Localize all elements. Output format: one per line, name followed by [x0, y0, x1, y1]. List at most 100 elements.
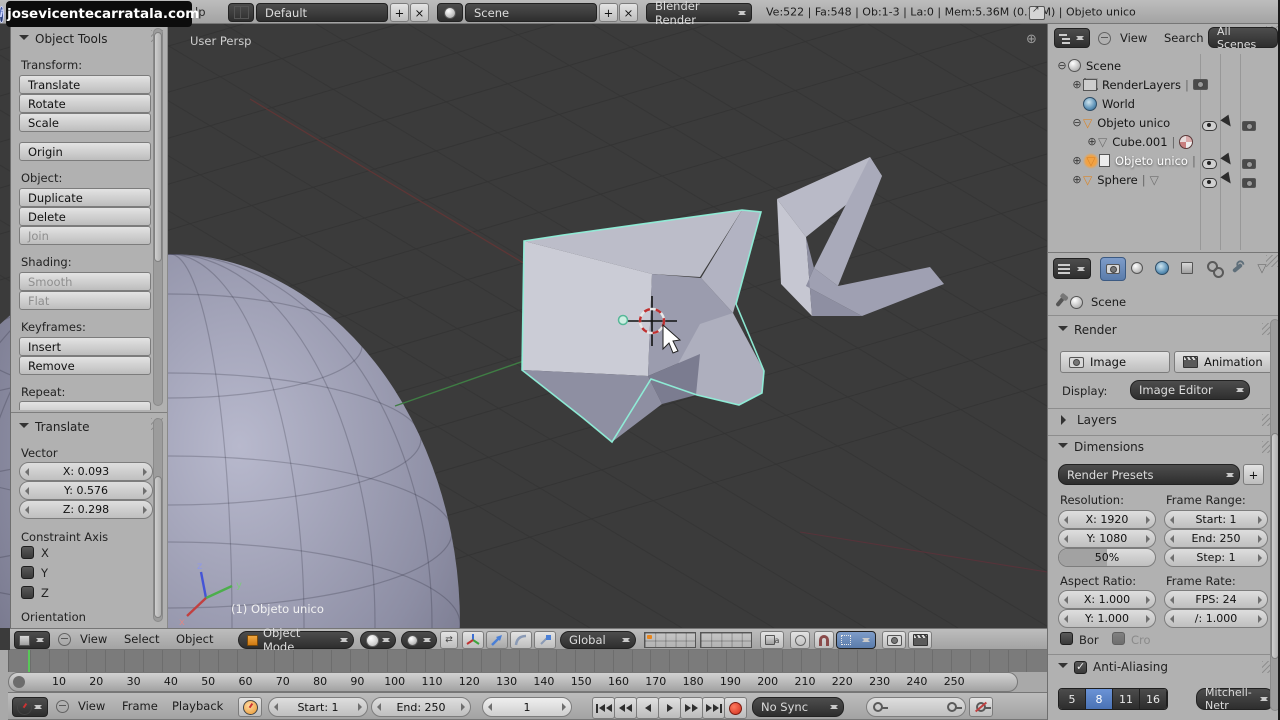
dimensions-panel-header[interactable]: Dimensions [1058, 440, 1144, 454]
outliner-collapse-icon[interactable] [1098, 32, 1111, 45]
outliner-row-scene[interactable]: ⊖ Scene [1048, 56, 1280, 75]
current-frame-field[interactable]: 1 [482, 697, 572, 717]
constraint-axis-checkbox-y[interactable] [21, 566, 34, 579]
frame-range-field-1[interactable]: End: 250 [1164, 529, 1268, 548]
scene-selector[interactable]: Scene [465, 3, 597, 22]
layers-grid-2[interactable] [700, 632, 752, 648]
minus-expander-icon[interactable]: ⊖ [1071, 116, 1083, 129]
object-tools-panel-header[interactable]: Object Tools [19, 32, 107, 46]
toolshelf-button-rotate[interactable]: Rotate [19, 94, 151, 113]
increment-arrow-icon[interactable] [143, 505, 147, 514]
tab-world[interactable] [1150, 257, 1174, 279]
increment-arrow-icon[interactable] [143, 486, 147, 495]
sync-selector[interactable]: No Sync [752, 697, 844, 717]
selectability-cursor-icon[interactable] [1220, 171, 1238, 191]
render-presets-selector[interactable]: Render Presets [1058, 464, 1240, 485]
vector-field-z[interactable]: Z: 0.298 [19, 500, 153, 519]
increment-arrow-icon[interactable] [1258, 614, 1262, 623]
increment-arrow-icon[interactable] [1258, 515, 1262, 524]
viewport-plus-icon[interactable]: ⊕ [1026, 32, 1037, 47]
proportional-edit-toggle[interactable] [790, 631, 810, 649]
toolshelf-button-origin[interactable]: Origin [19, 142, 151, 161]
aspect-field-1[interactable]: Y: 1.000 [1058, 609, 1156, 628]
frame-range-field-2[interactable]: Step: 1 [1164, 548, 1268, 567]
outliner-filter-selector[interactable]: All Scenes [1208, 25, 1278, 51]
outliner-row-objeto-unico[interactable]: ⊕ ▽ Objeto unico | [1048, 151, 1280, 172]
visibility-eye-icon[interactable] [1202, 156, 1217, 170]
decrement-arrow-icon[interactable] [1170, 515, 1174, 524]
constraint-axis-checkbox-x[interactable] [21, 546, 34, 559]
decrement-arrow-icon[interactable] [1170, 534, 1174, 543]
layout-add-button[interactable]: + [390, 3, 409, 22]
render-panel-header[interactable]: Render [1058, 323, 1117, 337]
layers-panel-header[interactable]: Layers [1058, 413, 1117, 427]
keying-set-field[interactable] [866, 697, 966, 717]
collapse-menus-icon[interactable] [58, 633, 71, 646]
visibility-eye-icon[interactable] [1202, 175, 1217, 189]
record-button[interactable] [724, 697, 747, 719]
transform-orientation-selector[interactable]: Global [560, 631, 636, 649]
toolshelf-button-flat[interactable]: Flat [19, 291, 151, 310]
scene-delete-button[interactable]: × [619, 3, 638, 22]
menu-tl-view[interactable]: View [78, 699, 105, 713]
plus-expander-icon[interactable]: ⊕ [1071, 154, 1083, 167]
outliner-row-objeto-unico[interactable]: ⊖ ▽ Objeto unico [1048, 113, 1280, 134]
pin-icon[interactable] [1055, 296, 1065, 308]
tab-render[interactable] [1100, 257, 1126, 281]
lock-to-scene-toggle[interactable]: a [760, 631, 784, 649]
display-selector[interactable]: Image Editor [1130, 380, 1250, 400]
timeline-editor-selector[interactable] [12, 697, 48, 717]
plus-expander-icon[interactable]: ⊕ [1071, 78, 1083, 91]
increment-arrow-icon[interactable] [1146, 614, 1150, 623]
renderability-camera-icon[interactable] [1242, 156, 1256, 170]
layout-delete-button[interactable]: × [410, 3, 429, 22]
tab-data[interactable]: ▽ [1250, 257, 1274, 279]
decrement-arrow-icon[interactable] [1170, 595, 1174, 604]
new-window-icon[interactable] [1029, 5, 1045, 20]
constraint-axis-checkbox-z[interactable] [21, 586, 34, 599]
antialiasing-panel-header[interactable]: Anti-Aliasing [1058, 660, 1168, 674]
viewport-shading-selector[interactable] [360, 631, 396, 649]
translate-panel-header[interactable]: Translate [19, 420, 90, 434]
aa-filter-selector[interactable]: Mitchell-Netr [1196, 686, 1274, 712]
selectability-cursor-icon[interactable] [1220, 114, 1238, 134]
aa-sample-5[interactable]: 5 [1059, 689, 1086, 709]
menu-ot-search[interactable]: Search [1164, 31, 1204, 45]
framerate-field-0[interactable]: FPS: 24 [1164, 590, 1268, 609]
tab-modifiers[interactable] [1225, 257, 1249, 279]
aa-sample-8[interactable]: 8 [1086, 689, 1113, 709]
frame-end-field[interactable]: End: 250 [371, 697, 471, 717]
outliner-editor-selector[interactable] [1054, 28, 1090, 48]
aa-sample-16[interactable]: 16 [1140, 689, 1167, 709]
render-opengl-button[interactable] [882, 631, 906, 649]
redo-panel-scrollbar[interactable] [154, 476, 162, 618]
minus-expander-icon[interactable]: ⊖ [1056, 59, 1068, 72]
toolshelf-button-scale[interactable]: Scale [19, 113, 151, 132]
pivot-align-toggle[interactable]: ⇄ [440, 631, 458, 649]
increment-arrow-icon[interactable] [1146, 595, 1150, 604]
selectability-cursor-icon[interactable] [1220, 152, 1238, 172]
play-button[interactable] [658, 697, 681, 719]
decrement-arrow-icon[interactable] [1064, 534, 1068, 543]
toolshelf-button-translate[interactable]: Translate [19, 75, 151, 94]
snap-toggle[interactable] [814, 631, 834, 649]
framerate-field-1[interactable]: /: 1.000 [1164, 609, 1268, 628]
frame-start-field[interactable]: Start: 1 [268, 697, 368, 717]
manipulator-scale-button[interactable] [534, 631, 556, 649]
manipulator-rotate-button[interactable] [510, 631, 532, 649]
decrement-arrow-icon[interactable] [1170, 553, 1174, 562]
menu-object[interactable]: Object [176, 632, 213, 646]
increment-arrow-icon[interactable] [1146, 534, 1150, 543]
scene-browse-button[interactable] [437, 3, 463, 22]
decrement-arrow-icon[interactable] [1064, 614, 1068, 623]
current-frame-marker[interactable] [28, 650, 30, 672]
layout-browse-button[interactable] [228, 3, 254, 22]
decrement-arrow-icon[interactable] [25, 467, 29, 476]
increment-arrow-icon[interactable] [1258, 553, 1262, 562]
toolshelf-button-duplicate[interactable]: Duplicate [19, 188, 151, 207]
render-image-button[interactable]: Image [1060, 351, 1170, 373]
manipulator-translate-button[interactable] [486, 631, 508, 649]
plus-expander-icon[interactable]: ⊕ [1086, 135, 1098, 148]
repeat-last-button-partial[interactable] [19, 401, 151, 410]
toolshelf-button-smooth[interactable]: Smooth [19, 272, 151, 291]
